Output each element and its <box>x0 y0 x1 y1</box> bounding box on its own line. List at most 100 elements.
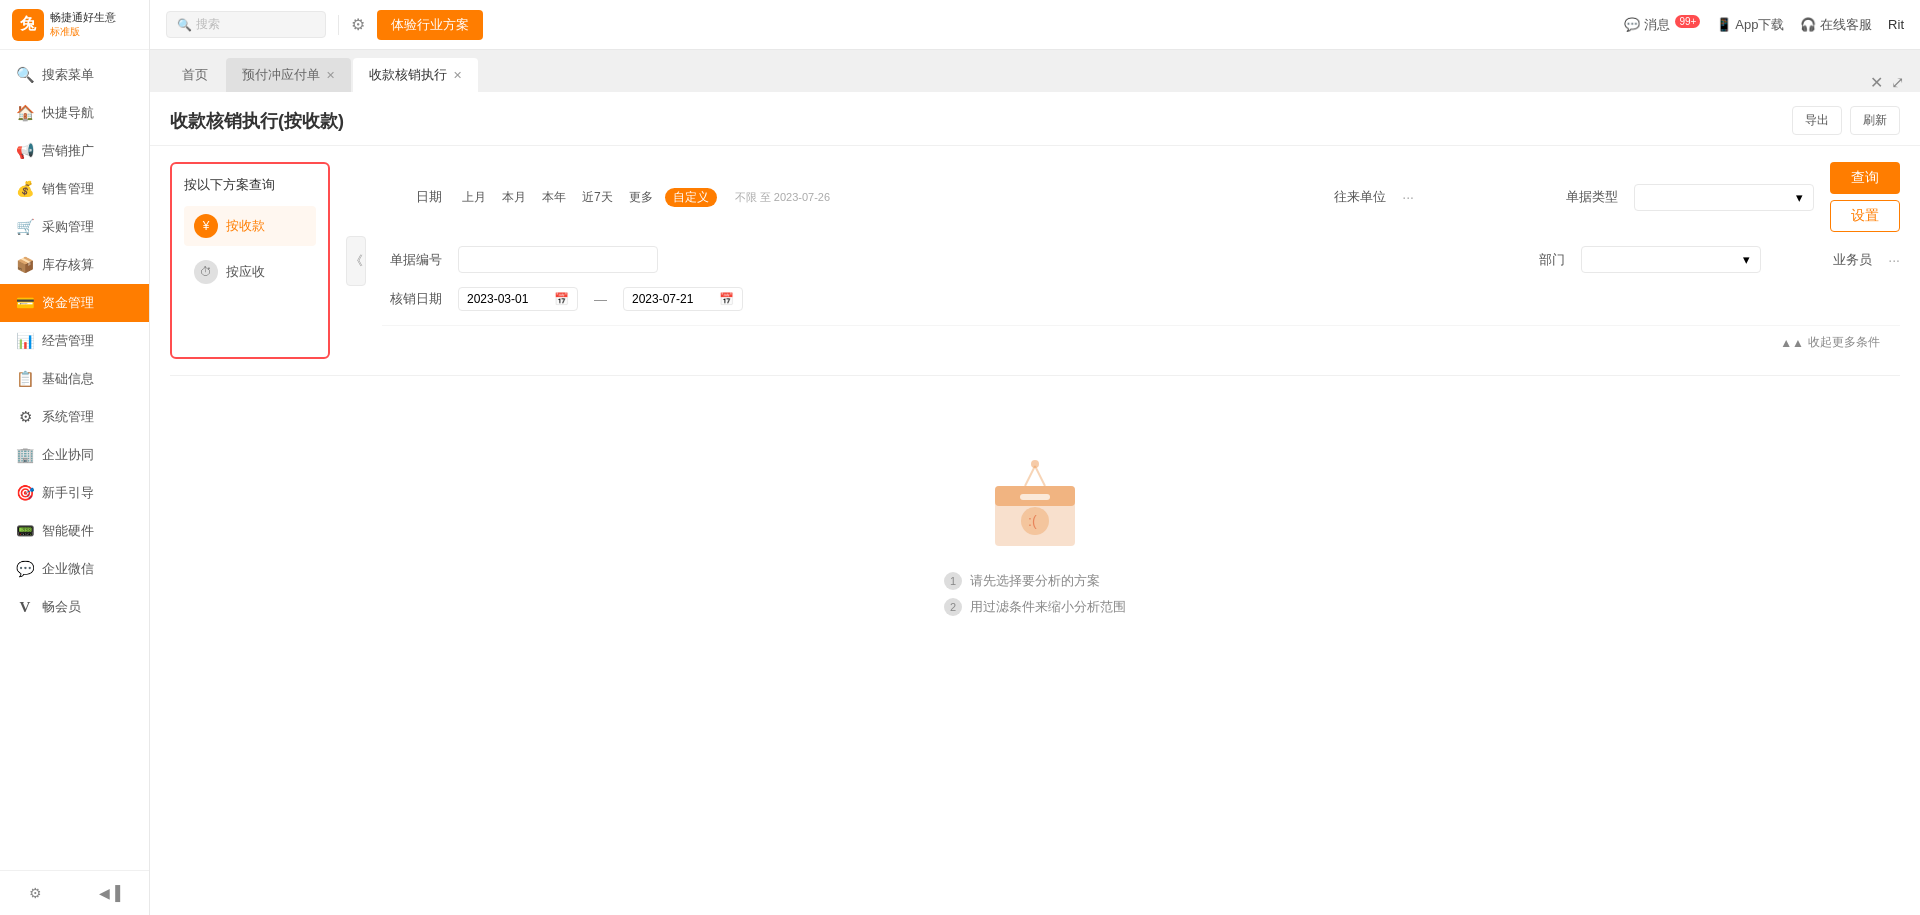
collection-icon: ¥ <box>194 214 218 238</box>
topbar-gear-icon[interactable]: ⚙ <box>351 15 365 34</box>
department-select[interactable]: ▾ <box>1581 246 1761 273</box>
basic-info-icon: 📋 <box>16 370 34 388</box>
sidebar-item-marketing[interactable]: 📢 营销推广 <box>0 132 149 170</box>
date-this-month[interactable]: 本月 <box>498 187 530 208</box>
tab-collection-close[interactable]: ✕ <box>453 69 462 82</box>
query-btn[interactable]: 查询 <box>1830 162 1900 194</box>
filter-row-3: 核销日期 2023-03-01 📅 — 2023-07-21 📅 <box>382 287 1900 311</box>
collapse-filter-btn[interactable]: 《 <box>346 236 366 286</box>
receivable-icon: ⏱ <box>194 260 218 284</box>
setting-btn[interactable]: 设置 <box>1830 200 1900 232</box>
bill-number-input[interactable] <box>458 246 658 273</box>
topbar-search-placeholder: 搜索 <box>196 16 220 33</box>
page-actions: 导出 刷新 <box>1792 106 1900 135</box>
sidebar-item-search[interactable]: 🔍 搜索菜单 <box>0 56 149 94</box>
tab-collection[interactable]: 收款核销执行 ✕ <box>353 58 478 92</box>
marketing-icon: 📢 <box>16 142 34 160</box>
collapse-sidebar-btn[interactable]: ◀▐ <box>93 879 126 907</box>
calendar-icon: 📅 <box>554 292 569 306</box>
sidebar-item-finance[interactable]: 💳 资金管理 <box>0 284 149 322</box>
svg-point-7 <box>1031 460 1039 468</box>
sidebar: 兔 畅捷通好生意 标准版 🔍 搜索菜单 🏠 快捷导航 📢 营销推广 💰 销售管理… <box>0 0 150 915</box>
sidebar-item-enterprise[interactable]: 🏢 企业协同 <box>0 436 149 474</box>
main-area: 🔍 搜索 ⚙ 体验行业方案 💬 消息 99+ 📱 App下载 🎧 在线客服 Ri… <box>150 0 1920 915</box>
page-content: 收款核销执行(按收款) 导出 刷新 按以下方案查询 ¥ 按收款 ⏱ <box>150 92 1920 915</box>
export-btn[interactable]: 导出 <box>1792 106 1842 135</box>
sidebar-bottom: ⚙ ◀▐ <box>0 870 149 915</box>
message-badge: 99+ <box>1675 15 1700 28</box>
date-custom-badge[interactable]: 自定义 <box>665 188 717 207</box>
inventory-icon: 📦 <box>16 256 34 274</box>
date-7days[interactable]: 近7天 <box>578 187 617 208</box>
collapse-chevron-up: ▲▲ <box>1780 336 1804 350</box>
logo-sub: 标准版 <box>50 25 116 39</box>
topbar-divider <box>338 15 339 35</box>
verify-date-start-input[interactable]: 2023-03-01 📅 <box>458 287 578 311</box>
filter-sidebar: 按以下方案查询 ¥ 按收款 ⏱ 按应收 <box>170 162 330 359</box>
tab-prepay[interactable]: 预付冲应付单 ✕ <box>226 58 351 92</box>
sales-icon: 💰 <box>16 180 34 198</box>
filter-row-2: 单据编号 部门 ▾ 业务员 ··· <box>382 246 1900 273</box>
page-inner: 收款核销执行(按收款) 导出 刷新 按以下方案查询 ¥ 按收款 ⏱ <box>150 92 1920 915</box>
close-tab-icon[interactable]: ✕ <box>1870 73 1883 92</box>
user-name[interactable]: Rit <box>1888 17 1904 32</box>
purchase-icon: 🛒 <box>16 218 34 236</box>
date-shortcut-group: 上月 本月 本年 近7天 更多 自定义 不限 至 2023-07-26 <box>458 187 830 208</box>
app-download-btn[interactable]: 📱 App下载 <box>1716 16 1784 34</box>
sidebar-menu: 🔍 搜索菜单 🏠 快捷导航 📢 营销推广 💰 销售管理 🛒 采购管理 📦 库存核… <box>0 50 149 870</box>
collapse-more-area: ▲▲ 收起更多条件 <box>382 325 1900 359</box>
refresh-btn[interactable]: 刷新 <box>1850 106 1900 135</box>
online-service-btn[interactable]: 🎧 在线客服 <box>1800 16 1872 34</box>
topbar: 🔍 搜索 ⚙ 体验行业方案 💬 消息 99+ 📱 App下载 🎧 在线客服 Ri… <box>150 0 1920 50</box>
collapse-more-btn[interactable]: ▲▲ 收起更多条件 <box>1780 334 1880 351</box>
settings-bottom-btn[interactable]: ⚙ <box>23 879 48 907</box>
maximize-icon[interactable]: ⤢ <box>1891 73 1904 92</box>
filter-by-collection[interactable]: ¥ 按收款 <box>184 206 316 246</box>
trial-industry-btn[interactable]: 体验行业方案 <box>377 10 483 40</box>
date-last-month[interactable]: 上月 <box>458 187 490 208</box>
empty-tip-1: 1 请先选择要分析的方案 <box>944 572 1126 590</box>
logo-text: 畅捷通好生意 <box>50 10 116 24</box>
search-menu-icon: 🔍 <box>16 66 34 84</box>
sidebar-item-wechat[interactable]: 💬 企业微信 <box>0 550 149 588</box>
hardware-icon: 📟 <box>16 522 34 540</box>
sidebar-item-management[interactable]: 📊 经营管理 <box>0 322 149 360</box>
sidebar-item-sales[interactable]: 💰 销售管理 <box>0 170 149 208</box>
tab-prepay-close[interactable]: ✕ <box>326 69 335 82</box>
filter-area: 按以下方案查询 ¥ 按收款 ⏱ 按应收 《 日期 <box>150 146 1920 375</box>
sidebar-item-hardware[interactable]: 📟 智能硬件 <box>0 512 149 550</box>
message-btn[interactable]: 💬 消息 99+ <box>1624 16 1700 34</box>
topbar-search[interactable]: 🔍 搜索 <box>166 11 326 38</box>
sidebar-item-guide[interactable]: 🎯 新手引导 <box>0 474 149 512</box>
sidebar-item-inventory[interactable]: 📦 库存核算 <box>0 246 149 284</box>
date-more[interactable]: 更多 <box>625 187 657 208</box>
sidebar-item-purchase[interactable]: 🛒 采购管理 <box>0 208 149 246</box>
management-icon: 📊 <box>16 332 34 350</box>
finance-icon: 💳 <box>16 294 34 312</box>
calendar-icon-end: 📅 <box>719 292 734 306</box>
wechat-icon: 💬 <box>16 560 34 578</box>
empty-tip-2: 2 用过滤条件来缩小分析范围 <box>944 598 1126 616</box>
tab-home[interactable]: 首页 <box>166 58 224 92</box>
verify-date-label: 核销日期 <box>382 290 442 308</box>
tabbar: 首页 预付冲应付单 ✕ 收款核销执行 ✕ ✕ ⤢ <box>150 50 1920 92</box>
counterpart-dots: ··· <box>1402 189 1414 205</box>
svg-rect-2 <box>1020 494 1050 500</box>
empty-tips: 1 请先选择要分析的方案 2 用过滤条件来缩小分析范围 <box>944 572 1126 616</box>
verify-date-end-input[interactable]: 2023-07-21 📅 <box>623 287 743 311</box>
counterpart-label: 往来单位 <box>1334 188 1386 206</box>
page-title: 收款核销执行(按收款) <box>170 109 344 133</box>
svg-line-5 <box>1025 466 1035 486</box>
logo-icon: 兔 <box>12 9 44 41</box>
sidebar-item-basic-info[interactable]: 📋 基础信息 <box>0 360 149 398</box>
date-this-year[interactable]: 本年 <box>538 187 570 208</box>
system-icon: ⚙ <box>16 408 34 426</box>
bill-type-select[interactable]: ▾ <box>1634 184 1814 211</box>
sidebar-item-system[interactable]: ⚙ 系统管理 <box>0 398 149 436</box>
sidebar-item-member[interactable]: V 畅会员 <box>0 588 149 626</box>
sidebar-item-quick-nav[interactable]: 🏠 快捷导航 <box>0 94 149 132</box>
date-dash: — <box>594 292 607 307</box>
filter-by-receivable[interactable]: ⏱ 按应收 <box>184 252 316 292</box>
empty-state: :( 1 请先选择要分析的方案 2 用过滤条件来缩小分析范围 <box>150 376 1920 696</box>
date-label: 日期 <box>382 188 442 206</box>
